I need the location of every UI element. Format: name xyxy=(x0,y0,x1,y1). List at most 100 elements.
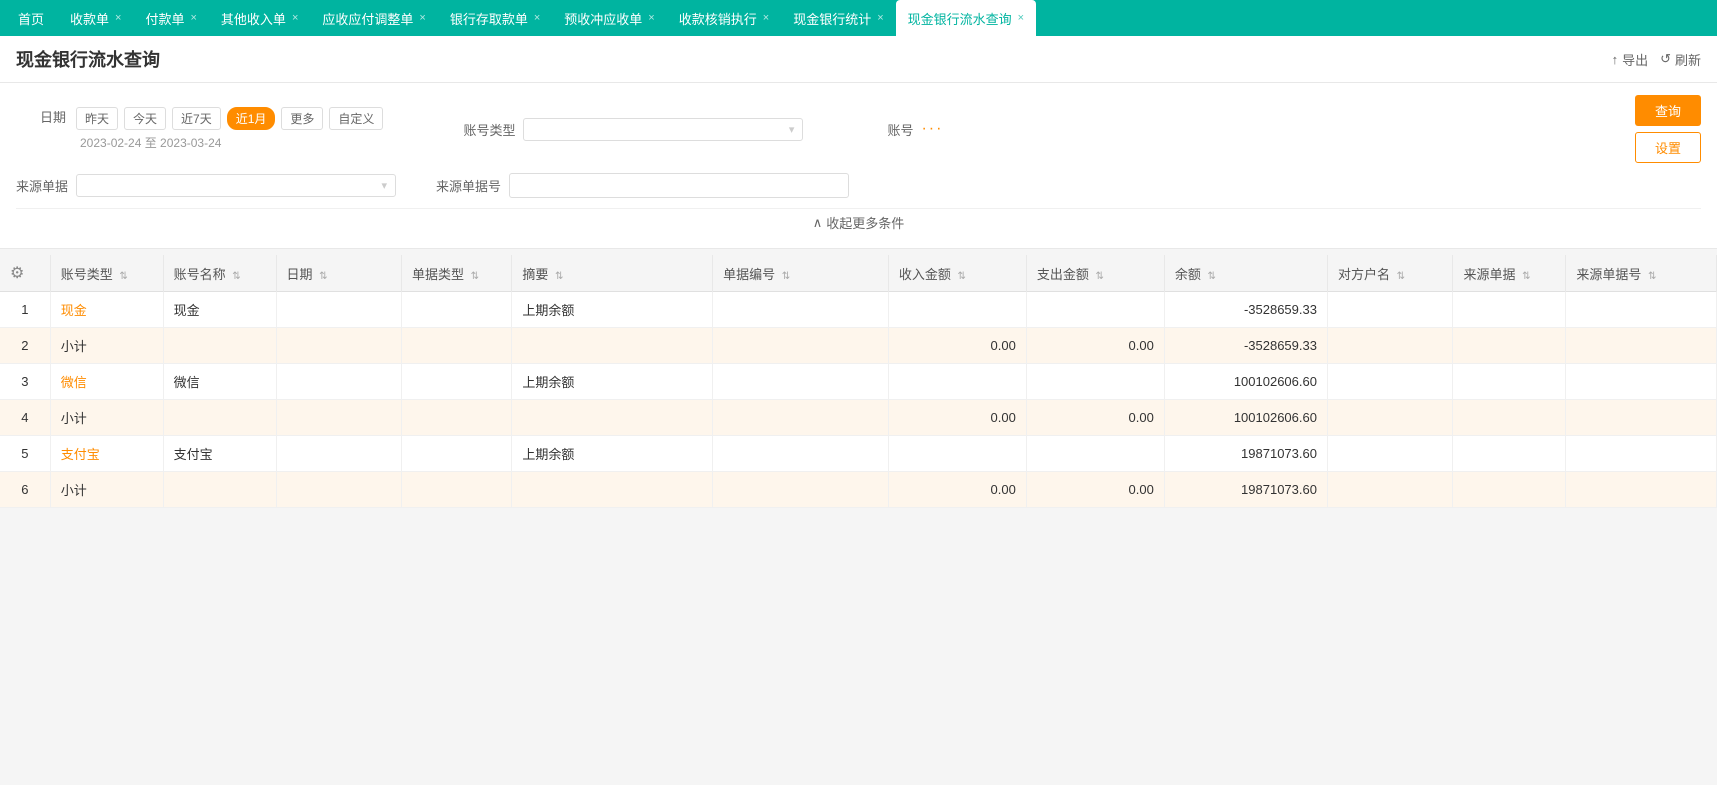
table-row[interactable]: 2小计0.000.00-3528659.33 xyxy=(0,328,1717,364)
sort-expense-icon: ⇅ xyxy=(1095,271,1103,282)
th-balance[interactable]: 余额 ⇅ xyxy=(1164,255,1327,292)
table-cell xyxy=(1327,400,1452,436)
nav-tab-预收冲应收单[interactable]: 预收冲应收单× xyxy=(552,0,666,36)
th-summary[interactable]: 摘要 ⇅ xyxy=(512,255,713,292)
sort-counterpart-icon: ⇅ xyxy=(1397,271,1405,282)
tab-close-icon[interactable]: × xyxy=(763,12,769,24)
date-label: 日期 xyxy=(16,107,66,126)
table-cell xyxy=(402,436,512,472)
tab-close-icon[interactable]: × xyxy=(1018,12,1024,24)
tab-close-icon[interactable]: × xyxy=(419,12,425,24)
refresh-button[interactable]: ↺ 刷新 xyxy=(1660,50,1701,69)
gear-icon[interactable]: ⚙ xyxy=(10,265,24,282)
table-cell xyxy=(888,292,1026,328)
query-button[interactable]: 查询 xyxy=(1635,95,1701,126)
table-cell xyxy=(276,364,401,400)
table-row[interactable]: 4小计0.000.00100102606.60 xyxy=(0,400,1717,436)
table-row[interactable]: 5支付宝支付宝上期余额19871073.60 xyxy=(0,436,1717,472)
th-bill-type[interactable]: 单据类型 ⇅ xyxy=(402,255,512,292)
th-bill-no[interactable]: 单据编号 ⇅ xyxy=(713,255,889,292)
sort-income-icon: ⇅ xyxy=(957,271,965,282)
table-cell: 微信 xyxy=(163,364,276,400)
table-cell xyxy=(402,292,512,328)
table-cell xyxy=(1566,400,1717,436)
sort-source-no-icon: ⇅ xyxy=(1648,271,1656,282)
table-cell: 1 xyxy=(0,292,50,328)
source-doc-no-input[interactable] xyxy=(509,173,849,198)
table-cell: 小计 xyxy=(50,400,163,436)
source-doc-label: 来源单据 xyxy=(16,176,68,195)
date-option-今天[interactable]: 今天 xyxy=(124,107,166,130)
nav-tab-应收应付调整单[interactable]: 应收应付调整单× xyxy=(310,0,437,36)
th-source[interactable]: 来源单据 ⇅ xyxy=(1453,255,1566,292)
table-cell xyxy=(276,292,401,328)
nav-tab-现金银行统计[interactable]: 现金银行统计× xyxy=(781,0,895,36)
account-no-area: ··· xyxy=(921,120,943,138)
table-cell xyxy=(1327,328,1452,364)
source-doc-select[interactable]: ▾ xyxy=(76,174,396,197)
nav-tab-付款单[interactable]: 付款单× xyxy=(133,0,208,36)
nav-tab-收款单[interactable]: 收款单× xyxy=(58,0,133,36)
table-cell: 0.00 xyxy=(888,328,1026,364)
date-option-自定义[interactable]: 自定义 xyxy=(329,107,383,130)
tab-close-icon[interactable]: × xyxy=(534,12,540,24)
table-cell: 4 xyxy=(0,400,50,436)
date-option-更多[interactable]: 更多 xyxy=(281,107,323,130)
account-type-select[interactable]: ▾ xyxy=(523,118,803,141)
table-cell xyxy=(163,472,276,508)
table-cell: 0.00 xyxy=(888,400,1026,436)
table-cell: 0.00 xyxy=(888,472,1026,508)
th-expense[interactable]: 支出金额 ⇅ xyxy=(1026,255,1164,292)
table-cell xyxy=(1566,328,1717,364)
tab-close-icon[interactable]: × xyxy=(190,12,196,24)
export-button[interactable]: ↑ 导出 xyxy=(1612,50,1649,69)
tab-close-icon[interactable]: × xyxy=(877,12,883,24)
table-cell: 0.00 xyxy=(1026,400,1164,436)
table-cell xyxy=(1566,472,1717,508)
account-no-label: 账号 xyxy=(863,120,913,139)
th-account-type[interactable]: 账号类型 ⇅ xyxy=(50,255,163,292)
nav-tab-现金银行流水查询[interactable]: 现金银行流水查询× xyxy=(896,0,1036,36)
refresh-icon: ↺ xyxy=(1660,51,1671,67)
top-nav: 首页 收款单×付款单×其他收入单×应收应付调整单×银行存取款单×预收冲应收单×收… xyxy=(0,0,1717,36)
nav-tab-其他收入单[interactable]: 其他收入单× xyxy=(209,0,310,36)
table-cell xyxy=(1026,436,1164,472)
tab-close-icon[interactable]: × xyxy=(292,12,298,24)
table-row[interactable]: 3微信微信上期余额100102606.60 xyxy=(0,364,1717,400)
tab-close-icon[interactable]: × xyxy=(115,12,121,24)
th-source-no[interactable]: 来源单据号 ⇅ xyxy=(1566,255,1717,292)
th-date[interactable]: 日期 ⇅ xyxy=(276,255,401,292)
th-account-name[interactable]: 账号名称 ⇅ xyxy=(163,255,276,292)
table-cell: 5 xyxy=(0,436,50,472)
table-cell xyxy=(713,328,889,364)
table-cell xyxy=(713,400,889,436)
table-cell: 100102606.60 xyxy=(1164,364,1327,400)
table-cell xyxy=(402,400,512,436)
date-option-近7天[interactable]: 近7天 xyxy=(172,107,221,130)
table-row[interactable]: 6小计0.000.0019871073.60 xyxy=(0,472,1717,508)
date-option-昨天[interactable]: 昨天 xyxy=(76,107,118,130)
table-cell: 小计 xyxy=(50,472,163,508)
table-cell: 现金 xyxy=(50,292,163,328)
settings-button[interactable]: 设置 xyxy=(1635,132,1701,163)
tab-close-icon[interactable]: × xyxy=(648,12,654,24)
sort-bill-type-icon: ⇅ xyxy=(471,271,479,282)
date-option-近1月[interactable]: 近1月 xyxy=(227,107,276,130)
table-row[interactable]: 1现金现金上期余额-3528659.33 xyxy=(0,292,1717,328)
table-cell: 6 xyxy=(0,472,50,508)
table-cell: 上期余额 xyxy=(512,436,713,472)
table-cell xyxy=(276,472,401,508)
table-cell xyxy=(163,328,276,364)
th-counterpart[interactable]: 对方户名 ⇅ xyxy=(1327,255,1452,292)
table-cell xyxy=(1566,364,1717,400)
nav-tab-银行存取款单[interactable]: 银行存取款单× xyxy=(438,0,552,36)
th-seq: ⚙ xyxy=(0,255,50,292)
source-doc-no-label: 来源单据号 xyxy=(436,176,501,195)
account-no-dots-button[interactable]: ··· xyxy=(921,120,943,138)
nav-home[interactable]: 首页 xyxy=(4,9,58,28)
table-cell xyxy=(1327,292,1452,328)
collapse-button[interactable]: ∧ 收起更多条件 xyxy=(16,208,1701,236)
th-income[interactable]: 收入金额 ⇅ xyxy=(888,255,1026,292)
nav-tab-收款核销执行[interactable]: 收款核销执行× xyxy=(667,0,781,36)
table-cell xyxy=(1566,436,1717,472)
